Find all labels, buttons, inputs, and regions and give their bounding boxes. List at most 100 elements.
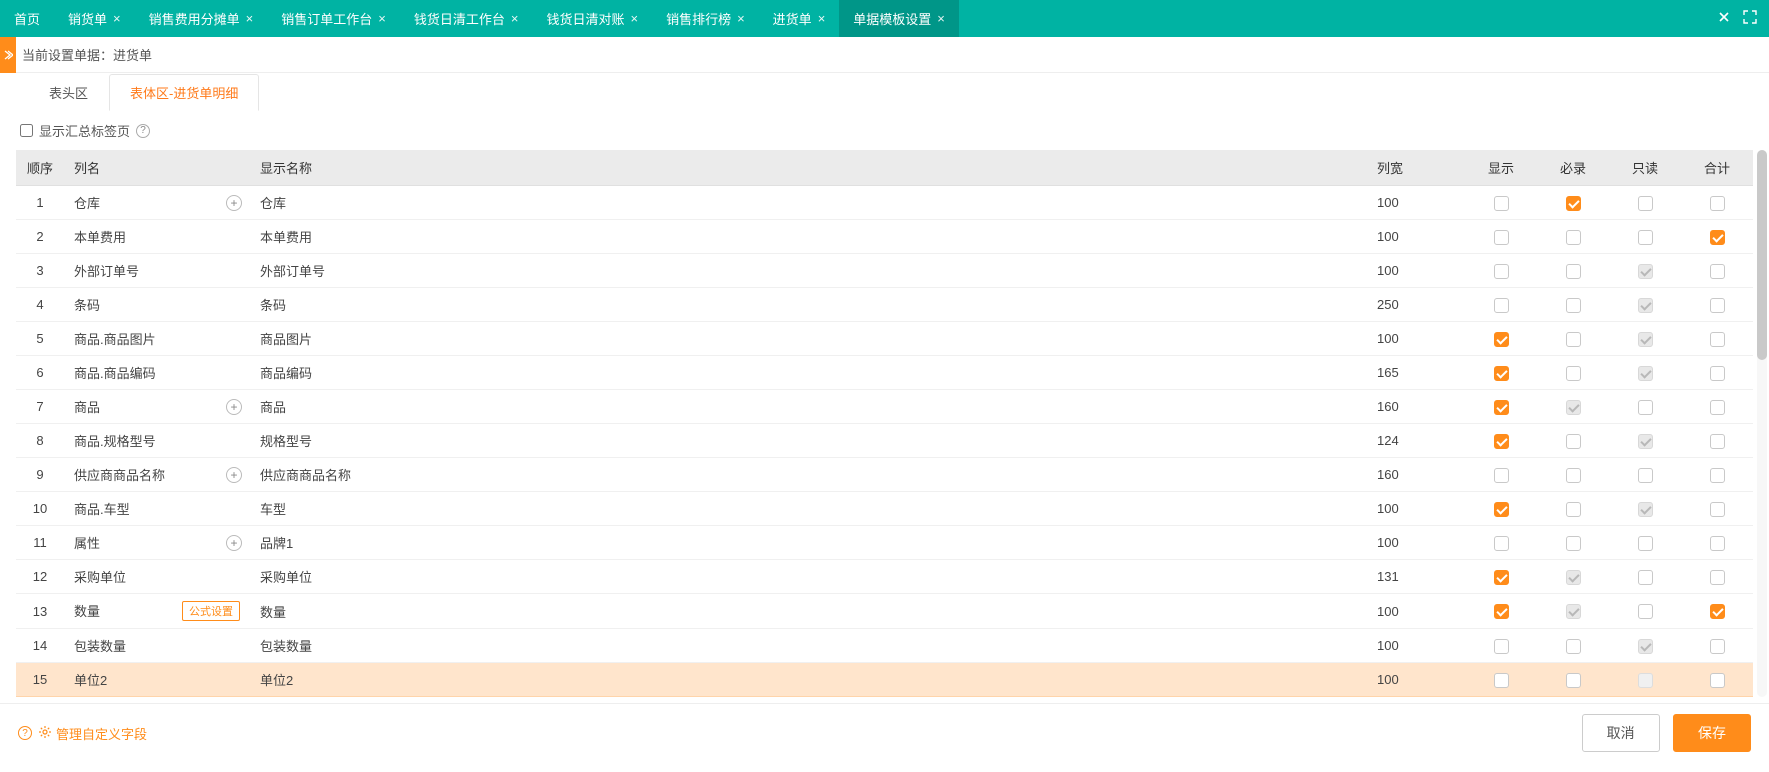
table-row[interactable]: 14包装数量包装数量100 <box>16 629 1753 663</box>
checkbox[interactable] <box>1710 196 1725 211</box>
cell-display[interactable]: 采购单位 <box>250 560 1367 594</box>
table-row[interactable]: 11属性+品牌1100 <box>16 526 1753 560</box>
table-row[interactable]: 6商品.商品编码商品编码165 <box>16 356 1753 390</box>
cancel-button[interactable]: 取消 <box>1582 714 1660 752</box>
checkbox[interactable] <box>1494 196 1509 211</box>
checkbox[interactable] <box>1494 434 1509 449</box>
cell-display[interactable]: 仓库 <box>250 186 1367 220</box>
cell-width[interactable]: 160 <box>1367 458 1465 492</box>
checkbox[interactable] <box>1566 468 1581 483</box>
checkbox[interactable] <box>1710 332 1725 347</box>
checkbox[interactable] <box>1638 400 1653 415</box>
table-row[interactable]: 1仓库+仓库100 <box>16 186 1753 220</box>
close-icon[interactable]: × <box>630 11 638 26</box>
table-row[interactable]: 7商品+商品160 <box>16 390 1753 424</box>
checkbox[interactable] <box>1494 570 1509 585</box>
checkbox[interactable] <box>1710 639 1725 654</box>
checkbox[interactable] <box>1494 673 1509 688</box>
checkbox[interactable] <box>1710 673 1725 688</box>
checkbox[interactable] <box>1710 400 1725 415</box>
table-row[interactable]: 3外部订单号外部订单号100 <box>16 254 1753 288</box>
cell-display[interactable]: 数量 <box>250 594 1367 629</box>
checkbox[interactable] <box>1494 400 1509 415</box>
top-tab[interactable]: 钱货日清工作台× <box>400 0 533 37</box>
close-icon[interactable]: × <box>378 11 386 26</box>
table-row[interactable]: 13数量公式设置数量100 <box>16 594 1753 629</box>
top-tab[interactable]: 钱货日清对账× <box>532 0 652 37</box>
top-tab[interactable]: 进货单× <box>759 0 840 37</box>
checkbox[interactable] <box>1494 536 1509 551</box>
checkbox[interactable] <box>1638 536 1653 551</box>
cell-width[interactable]: 250 <box>1367 288 1465 322</box>
checkbox[interactable] <box>1494 639 1509 654</box>
checkbox[interactable] <box>1566 536 1581 551</box>
checkbox[interactable] <box>1710 502 1725 517</box>
cell-display[interactable]: 品牌1 <box>250 526 1367 560</box>
fullscreen-icon[interactable] <box>1743 10 1757 27</box>
checkbox[interactable] <box>1710 468 1725 483</box>
checkbox[interactable] <box>1566 366 1581 381</box>
checkbox[interactable] <box>1710 604 1725 619</box>
table-row[interactable]: 5商品.商品图片商品图片100 <box>16 322 1753 356</box>
checkbox[interactable] <box>1710 264 1725 279</box>
checkbox[interactable] <box>1494 502 1509 517</box>
table-row[interactable]: 12采购单位采购单位131 <box>16 560 1753 594</box>
cell-width[interactable]: 100 <box>1367 594 1465 629</box>
gear-icon[interactable] <box>38 725 52 742</box>
checkbox[interactable] <box>1566 434 1581 449</box>
add-icon[interactable]: + <box>226 399 242 415</box>
table-row[interactable]: 9供应商商品名称+供应商商品名称160 <box>16 458 1753 492</box>
checkbox[interactable] <box>1566 264 1581 279</box>
close-icon[interactable]: × <box>511 11 519 26</box>
table-row[interactable]: 4条码条码250 <box>16 288 1753 322</box>
checkbox[interactable] <box>1566 502 1581 517</box>
help-icon[interactable]: ? <box>18 726 32 740</box>
close-icon[interactable]: × <box>246 11 254 26</box>
checkbox[interactable] <box>1494 230 1509 245</box>
checkbox[interactable] <box>1566 673 1581 688</box>
cell-width[interactable]: 165 <box>1367 356 1465 390</box>
close-icon[interactable]: × <box>937 11 945 26</box>
cell-display[interactable]: 规格型号 <box>250 424 1367 458</box>
cell-width[interactable]: 100 <box>1367 220 1465 254</box>
checkbox[interactable] <box>1710 536 1725 551</box>
cell-display[interactable]: 供应商商品名称 <box>250 458 1367 492</box>
checkbox[interactable] <box>1566 230 1581 245</box>
section-tab[interactable]: 表体区-进货单明细 <box>109 74 259 111</box>
close-icon[interactable]: × <box>818 11 826 26</box>
cell-width[interactable]: 100 <box>1367 663 1465 697</box>
checkbox[interactable] <box>1710 230 1725 245</box>
checkbox[interactable] <box>1710 298 1725 313</box>
checkbox[interactable] <box>1566 332 1581 347</box>
add-icon[interactable]: + <box>226 467 242 483</box>
checkbox[interactable] <box>1638 604 1653 619</box>
cell-display[interactable]: 商品 <box>250 390 1367 424</box>
save-button[interactable]: 保存 <box>1673 714 1751 752</box>
checkbox[interactable] <box>1494 366 1509 381</box>
cell-width[interactable]: 100 <box>1367 186 1465 220</box>
expand-chevron-icon[interactable] <box>0 37 16 73</box>
checkbox[interactable] <box>1638 468 1653 483</box>
checkbox[interactable] <box>1494 604 1509 619</box>
help-icon[interactable]: ? <box>136 124 150 138</box>
table-row[interactable]: 15单位2单位2100 <box>16 663 1753 697</box>
cell-display[interactable]: 单位2 <box>250 663 1367 697</box>
cell-width[interactable]: 131 <box>1367 560 1465 594</box>
cell-width[interactable]: 100 <box>1367 492 1465 526</box>
top-tab[interactable]: 首页 <box>0 0 54 37</box>
cell-display[interactable]: 商品编码 <box>250 356 1367 390</box>
close-icon[interactable]: × <box>113 11 121 26</box>
checkbox[interactable] <box>1710 434 1725 449</box>
manage-custom-fields-link[interactable]: 管理自定义字段 <box>56 724 147 743</box>
checkbox[interactable] <box>1638 196 1653 211</box>
cell-width[interactable]: 160 <box>1367 390 1465 424</box>
top-tab[interactable]: 单据模板设置× <box>839 0 959 37</box>
checkbox[interactable] <box>1566 298 1581 313</box>
add-icon[interactable]: + <box>226 195 242 211</box>
cell-width[interactable]: 100 <box>1367 254 1465 288</box>
cell-display[interactable]: 条码 <box>250 288 1367 322</box>
top-tab[interactable]: 销售费用分摊单× <box>135 0 268 37</box>
close-icon[interactable]: × <box>737 11 745 26</box>
cell-display[interactable]: 车型 <box>250 492 1367 526</box>
summary-checkbox[interactable] <box>20 124 33 137</box>
